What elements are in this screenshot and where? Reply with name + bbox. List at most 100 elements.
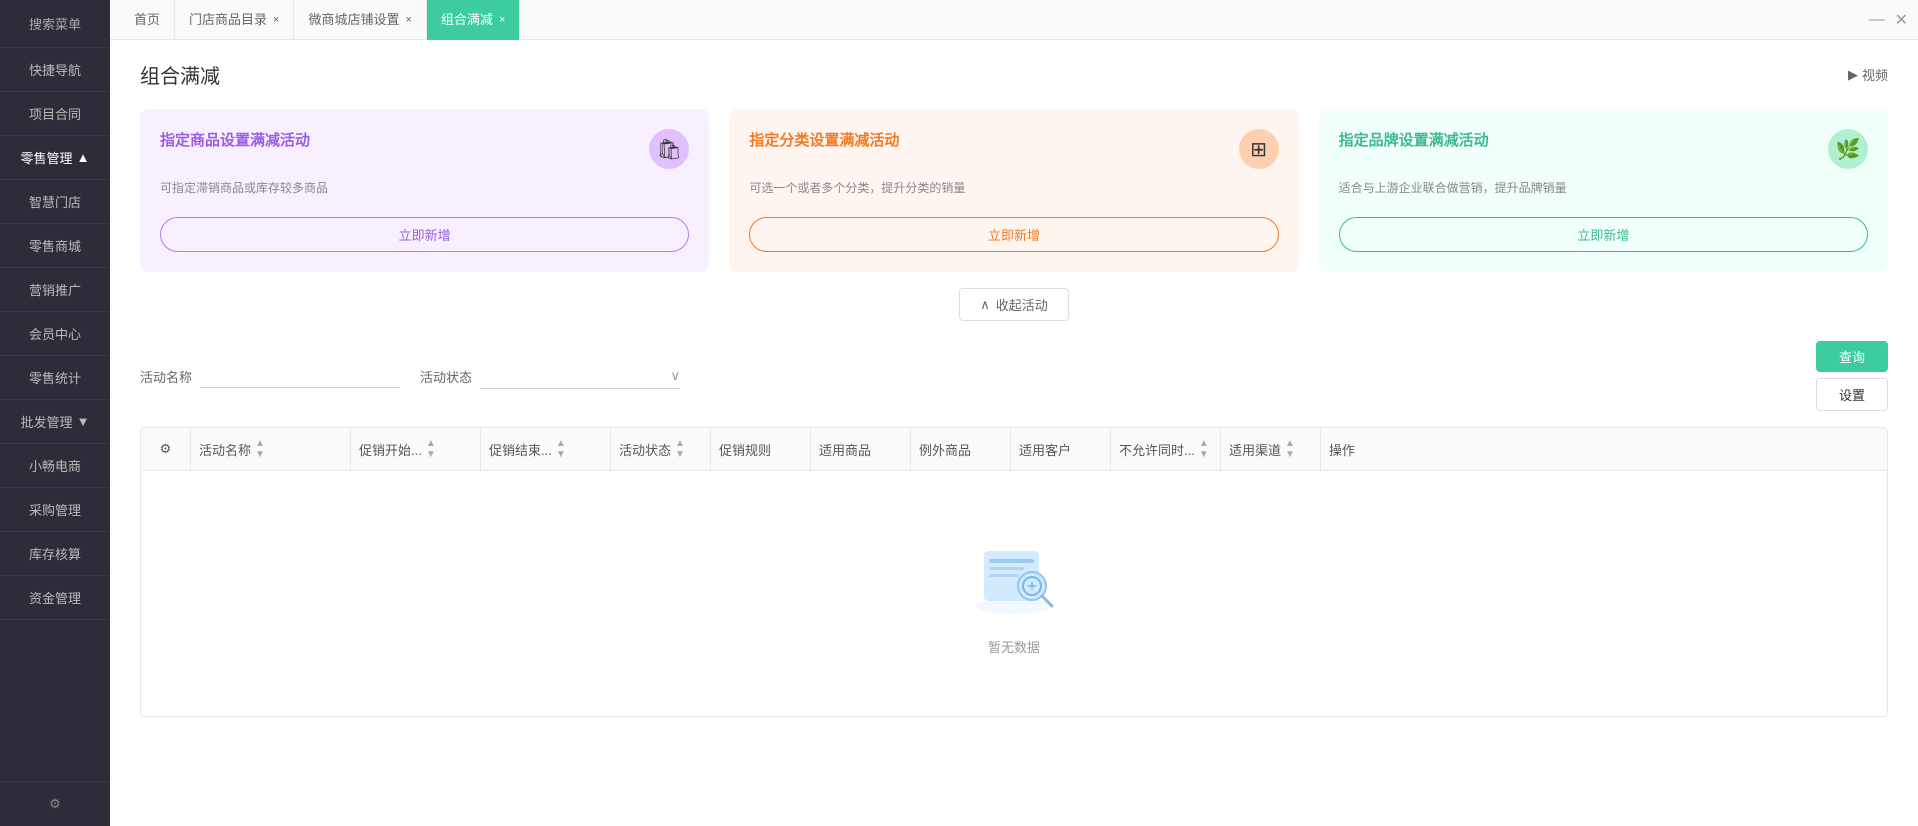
category-activity-card: 指定分类设置满减活动 ⊞ 可选一个或者多个分类，提升分类的销量 立即新增	[729, 109, 1298, 272]
tab-combo-discount-label: 组合满减	[441, 0, 493, 40]
close-button[interactable]: ✕	[1895, 10, 1908, 30]
add-product-activity-button[interactable]: 立即新增	[160, 217, 689, 252]
page-header: 组合满减 ▶ 视频	[140, 60, 1888, 89]
sidebar-item-purchase[interactable]: 采购管理	[0, 488, 110, 532]
grid-icon: ⊞	[1250, 137, 1267, 162]
sidebar-item-member[interactable]: 会员中心	[0, 312, 110, 356]
th-action-label: 操作	[1329, 440, 1355, 459]
sidebar-item-ecommerce[interactable]: 小畅电商	[0, 444, 110, 488]
th-status-label: 活动状态	[619, 440, 671, 459]
th-rule: 促销规则	[711, 428, 811, 470]
th-goods-label: 适用商品	[819, 440, 871, 459]
table-header: ⚙ 活动名称 ▲▼ 促销开始... ▲▼ 促销结束... ▲▼ 活动状态 ▲▼	[141, 428, 1887, 471]
th-name[interactable]: 活动名称 ▲▼	[191, 428, 351, 470]
th-customer: 适用客户	[1011, 428, 1111, 470]
sidebar-search[interactable]: 搜索菜单	[0, 0, 110, 48]
th-channel-label: 适用渠道	[1229, 440, 1281, 459]
tab-home[interactable]: 首页	[120, 0, 175, 40]
sidebar-item-stats[interactable]: 零售统计	[0, 356, 110, 400]
add-category-activity-button[interactable]: 立即新增	[749, 217, 1278, 252]
settings-icon: ⚙	[160, 441, 172, 457]
empty-illustration	[964, 531, 1064, 621]
main-area: 首页 门店商品目录 × 微商城店铺设置 × 组合满减 × — ✕ 组合满减 ▶ …	[110, 0, 1918, 826]
brand-activity-card: 指定品牌设置满减活动 🌿 适合与上游企业联合做营销，提升品牌销量 立即新增	[1319, 109, 1888, 272]
th-start-label: 促销开始...	[359, 440, 422, 459]
sidebar-item-inventory[interactable]: 库存核算	[0, 532, 110, 576]
collapse-label: 收起活动	[996, 295, 1048, 314]
window-controls: — ✕	[1869, 10, 1908, 30]
filter-name-label: 活动名称	[140, 367, 192, 386]
sort-end-icon: ▲▼	[556, 438, 566, 460]
sidebar-item-retail-label: 零售管理	[21, 148, 73, 167]
sidebar-item-retail[interactable]: 零售管理 ▲	[0, 136, 110, 180]
tab-combo-discount[interactable]: 组合满减 ×	[427, 0, 520, 40]
sidebar-item-quick-nav[interactable]: 快捷导航	[0, 48, 110, 92]
filter-name-item: 活动名称	[140, 364, 400, 388]
play-icon: ▶	[1848, 67, 1858, 83]
minimize-button[interactable]: —	[1869, 11, 1885, 29]
tab-product-catalog-label: 门店商品目录	[189, 0, 267, 40]
sidebar-item-project[interactable]: 项目合同	[0, 92, 110, 136]
th-action: 操作	[1321, 428, 1887, 470]
collapse-bar: ∧ 收起活动	[140, 288, 1888, 321]
sidebar: 搜索菜单 快捷导航 项目合同 零售管理 ▲ 智慧门店 零售商城 营销推广 会员中…	[0, 0, 110, 826]
filter-row: 活动名称 活动状态 ∨ 查询 设置	[140, 341, 1888, 411]
tab-wechat-store-label: 微商城店铺设置	[308, 0, 399, 40]
sidebar-item-wholesale[interactable]: 批发管理 ▼	[0, 400, 110, 444]
sort-channel-icon: ▲▼	[1285, 438, 1295, 460]
filter-status-select[interactable]: ∨	[480, 364, 680, 389]
th-customer-label: 适用客户	[1019, 440, 1071, 459]
sidebar-item-retail-mall[interactable]: 零售商城	[0, 224, 110, 268]
tab-wechat-store[interactable]: 微商城店铺设置 ×	[294, 0, 426, 40]
chevron-up-icon: ▲	[77, 150, 90, 165]
th-except: 例外商品	[911, 428, 1011, 470]
video-link[interactable]: ▶ 视频	[1848, 65, 1888, 84]
empty-state: 暂无数据	[141, 471, 1887, 716]
card-top-orange: 指定分类设置满减活动 ⊞	[749, 129, 1278, 169]
card-icon-orange: ⊞	[1239, 129, 1279, 169]
card-top-purple: 指定商品设置满减活动 🛍	[160, 129, 689, 169]
sort-name-icon: ▲▼	[255, 438, 265, 460]
activity-table: ⚙ 活动名称 ▲▼ 促销开始... ▲▼ 促销结束... ▲▼ 活动状态 ▲▼	[140, 427, 1888, 717]
card-title-green: 指定品牌设置满减活动	[1339, 129, 1489, 150]
chevron-down-icon: ▼	[77, 414, 90, 429]
sidebar-settings[interactable]: ⚙	[0, 781, 110, 826]
tab-bar: 首页 门店商品目录 × 微商城店铺设置 × 组合满减 × — ✕	[110, 0, 1918, 40]
tab-wechat-store-close[interactable]: ×	[405, 0, 411, 40]
product-activity-card: 指定商品设置满减活动 🛍 可指定滞销商品或库存较多商品 立即新增	[140, 109, 709, 272]
th-rule-label: 促销规则	[719, 440, 771, 459]
tab-home-label: 首页	[134, 0, 160, 40]
th-status[interactable]: 活动状态 ▲▼	[611, 428, 711, 470]
th-start[interactable]: 促销开始... ▲▼	[351, 428, 481, 470]
setting-button[interactable]: 设置	[1816, 378, 1888, 411]
sidebar-item-smart-store[interactable]: 智慧门店	[0, 180, 110, 224]
card-icon-green: 🌿	[1828, 129, 1868, 169]
filter-name-input[interactable]	[200, 364, 400, 388]
filter-status-label: 活动状态	[420, 367, 472, 386]
sort-status-icon: ▲▼	[675, 438, 685, 460]
content-area: 组合满减 ▶ 视频 指定商品设置满减活动 🛍 可指定滞销商品或库存较多商品 立即…	[110, 40, 1918, 826]
filter-status-item: 活动状态 ∨	[420, 364, 680, 389]
sidebar-item-marketing[interactable]: 营销推广	[0, 268, 110, 312]
th-channel[interactable]: 适用渠道 ▲▼	[1221, 428, 1321, 470]
sidebar-item-finance[interactable]: 资金管理	[0, 576, 110, 620]
th-goods: 适用商品	[811, 428, 911, 470]
th-notallow[interactable]: 不允许同时... ▲▼	[1111, 428, 1221, 470]
card-title-orange: 指定分类设置满减活动	[749, 129, 899, 150]
leaf-icon: 🌿	[1836, 137, 1861, 162]
tab-combo-discount-close[interactable]: ×	[499, 0, 505, 40]
card-desc-green: 适合与上游企业联合做营销，提升品牌销量	[1339, 179, 1868, 197]
card-top-green: 指定品牌设置满减活动 🌿	[1339, 129, 1868, 169]
tab-product-catalog-close[interactable]: ×	[273, 0, 279, 40]
card-desc-purple: 可指定滞销商品或库存较多商品	[160, 179, 689, 197]
tab-product-catalog[interactable]: 门店商品目录 ×	[175, 0, 294, 40]
th-setting[interactable]: ⚙	[141, 428, 191, 470]
empty-text: 暂无数据	[988, 637, 1040, 656]
query-button[interactable]: 查询	[1816, 341, 1888, 372]
th-end-label: 促销结束...	[489, 440, 552, 459]
th-end[interactable]: 促销结束... ▲▼	[481, 428, 611, 470]
add-brand-activity-button[interactable]: 立即新增	[1339, 217, 1868, 252]
collapse-button[interactable]: ∧ 收起活动	[959, 288, 1069, 321]
activity-cards: 指定商品设置满减活动 🛍 可指定滞销商品或库存较多商品 立即新增 指定分类设置满…	[140, 109, 1888, 272]
card-title-purple: 指定商品设置满减活动	[160, 129, 310, 150]
